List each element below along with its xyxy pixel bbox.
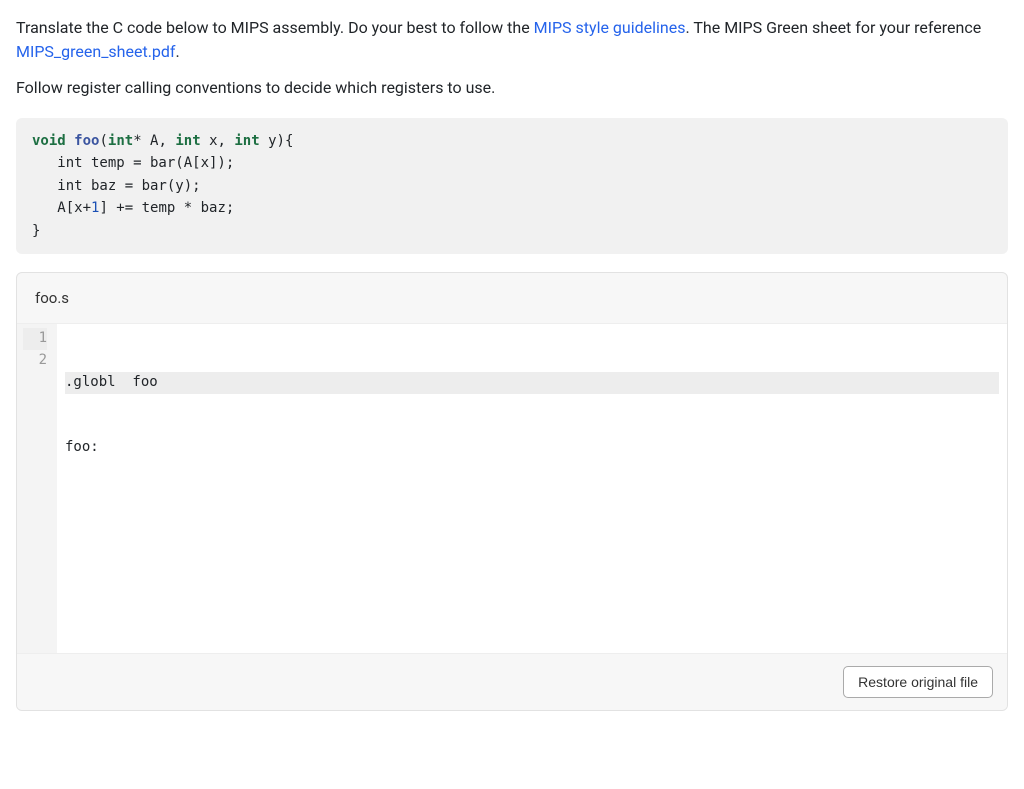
- function-name-foo: foo: [74, 133, 99, 149]
- code-editor-area[interactable]: .globl foo foo:: [57, 324, 1007, 653]
- editor-gutter: 1 2: [17, 324, 57, 653]
- c-line-4a: A[x+: [32, 200, 91, 216]
- link-mips-green-sheet[interactable]: MIPS_green_sheet.pdf: [16, 42, 175, 61]
- gutter-line-1: 1: [23, 328, 47, 350]
- c-line-5: }: [32, 223, 40, 239]
- instructions: Translate the C code below to MIPS assem…: [16, 16, 1008, 100]
- instruction-text: . The MIPS Green sheet for your referenc…: [686, 18, 982, 37]
- editor-body: 1 2 .globl foo foo:: [17, 323, 1007, 653]
- type-int: int: [108, 133, 133, 149]
- code-line-1: .globl foo: [65, 372, 999, 394]
- param-a: A,: [142, 133, 176, 149]
- code-line-2: foo:: [65, 437, 999, 459]
- link-mips-style-guidelines[interactable]: MIPS style guidelines: [534, 18, 686, 37]
- type-int: int: [234, 133, 259, 149]
- instruction-paragraph-1: Translate the C code below to MIPS assem…: [16, 16, 1008, 64]
- c-line-4b: ] += temp * baz;: [99, 200, 234, 216]
- editor-filename: foo.s: [17, 273, 1007, 324]
- keyword-void: void: [32, 133, 66, 149]
- restore-original-file-button[interactable]: Restore original file: [843, 666, 993, 698]
- c-line-2: int temp = bar(A[x]);: [32, 155, 234, 171]
- type-int: int: [175, 133, 200, 149]
- instruction-text: Translate the C code below to MIPS assem…: [16, 18, 534, 37]
- instruction-paragraph-2: Follow register calling conventions to d…: [16, 76, 1008, 100]
- editor-footer: Restore original file: [17, 653, 1007, 710]
- pointer-star: *: [133, 133, 141, 149]
- c-source-code-block: void foo(int* A, int x, int y){ int temp…: [16, 118, 1008, 254]
- param-y: y){: [260, 133, 294, 149]
- instruction-text: .: [175, 42, 179, 61]
- editor-container: foo.s 1 2 .globl foo foo: Restore origin…: [16, 272, 1008, 712]
- c-line-3: int baz = bar(y);: [32, 178, 201, 194]
- gutter-line-2: 2: [23, 350, 47, 372]
- param-x: x,: [201, 133, 235, 149]
